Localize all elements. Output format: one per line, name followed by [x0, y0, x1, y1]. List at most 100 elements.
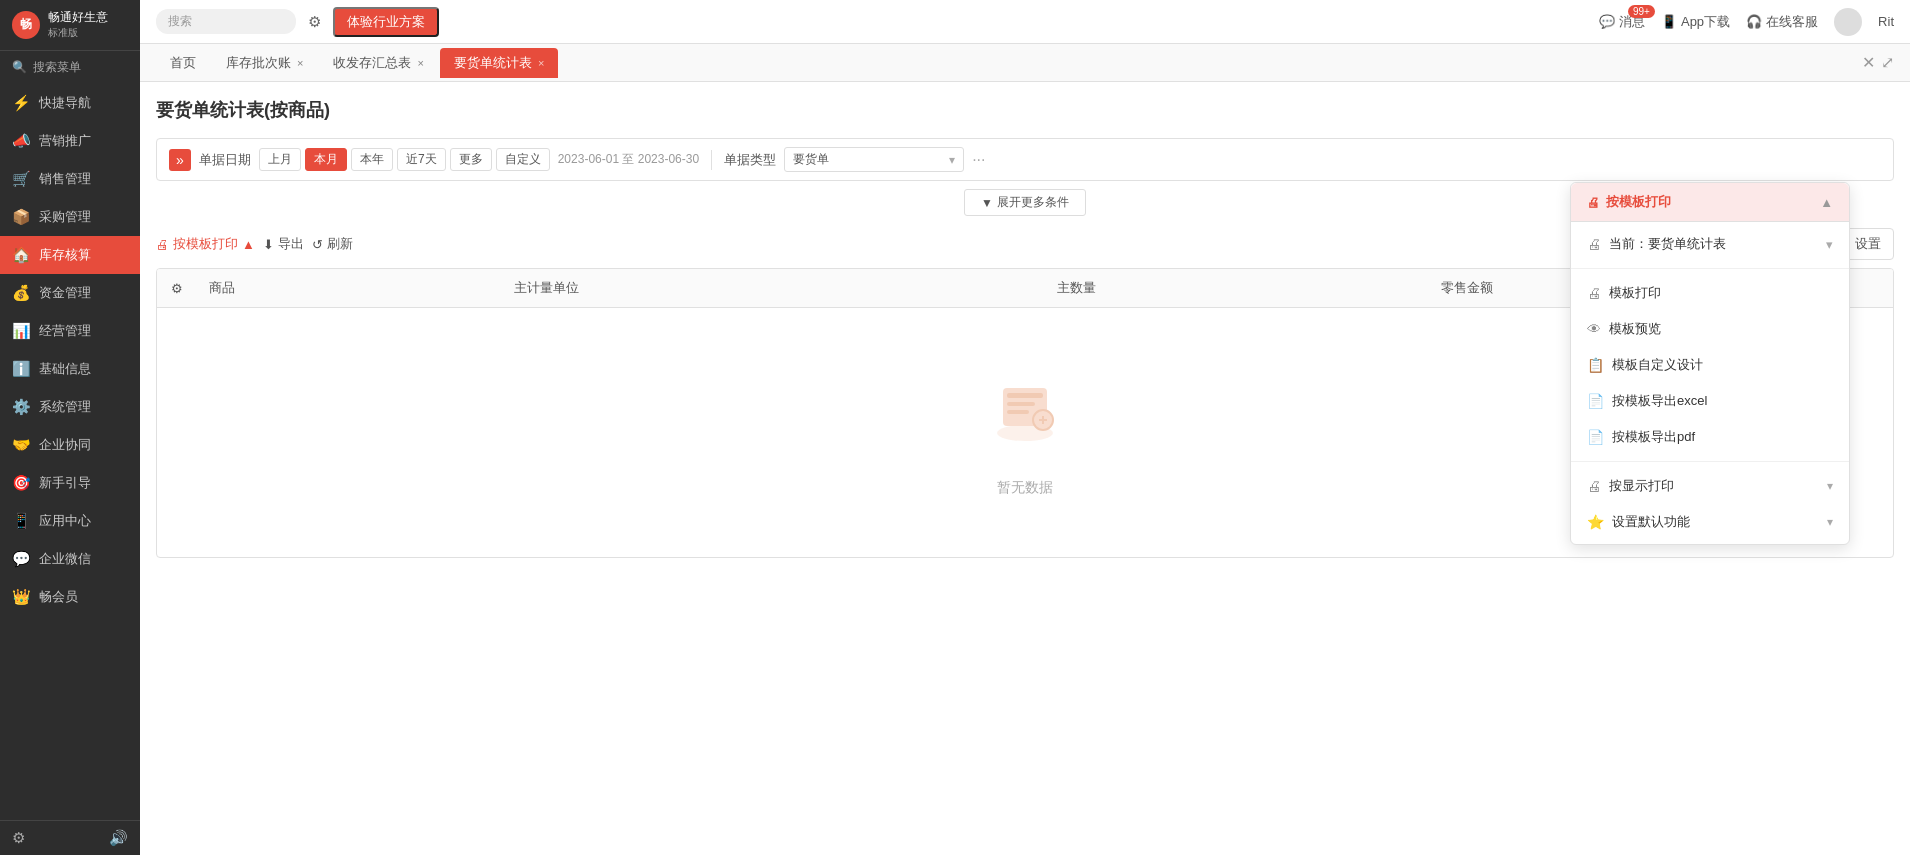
- sidebar-item-purchase[interactable]: 📦 采购管理: [0, 198, 140, 236]
- user-name[interactable]: Rit: [1878, 14, 1894, 29]
- tab-batch-account[interactable]: 库存批次账 ×: [212, 48, 317, 78]
- nav-icon-purchase: 📦: [12, 208, 31, 226]
- dropdown-item-template-design[interactable]: 📋 模板自定义设计: [1571, 347, 1849, 383]
- main-area: 搜索 ⚙ 体验行业方案 💬 消息 99+ 📱 App下载 🎧 在线客服 Rit …: [140, 0, 1910, 855]
- type-select[interactable]: 要货单 ▾: [784, 147, 964, 172]
- topbar: 搜索 ⚙ 体验行业方案 💬 消息 99+ 📱 App下载 🎧 在线客服 Rit: [140, 0, 1910, 44]
- online-service-label: 在线客服: [1766, 13, 1818, 31]
- svg-rect-3: [1007, 402, 1035, 406]
- date-btn-last-month[interactable]: 上月: [259, 148, 301, 171]
- tab-receipt-summary[interactable]: 收发存汇总表 ×: [319, 48, 437, 78]
- print-template-arrow: ▲: [242, 237, 255, 252]
- tab-home[interactable]: 首页: [156, 48, 210, 78]
- nav-icon-finance: 💰: [12, 284, 31, 302]
- dropdown-header: 🖨 按模板打印 ▲: [1571, 183, 1849, 222]
- message-item[interactable]: 💬 消息 99+: [1599, 13, 1645, 31]
- dropdown-item-display-print[interactable]: 🖨 按显示打印 ▾: [1571, 468, 1849, 504]
- dropdown-item-template-print[interactable]: 🖨 模板打印: [1571, 275, 1849, 311]
- settings-icon[interactable]: ⚙: [12, 829, 25, 847]
- dropdown-item-template-pdf[interactable]: 📄 按模板导出pdf: [1571, 419, 1849, 455]
- empty-text: 暂无数据: [997, 479, 1053, 497]
- dropdown-collapse-btn[interactable]: ▲: [1820, 195, 1833, 210]
- date-btn-this-year[interactable]: 本年: [351, 148, 393, 171]
- online-service-icon: 🎧: [1746, 14, 1762, 29]
- refresh-icon: ↺: [312, 237, 323, 252]
- expand-more-icon: ▼: [981, 196, 993, 210]
- sidebar-item-guide[interactable]: 🎯 新手引导: [0, 464, 140, 502]
- sidebar-item-wechat[interactable]: 💬 企业微信: [0, 540, 140, 578]
- item-display-print-icon: 🖨: [1587, 478, 1601, 494]
- tabs-bar: 首页 库存批次账 × 收发存汇总表 × 要货单统计表 × ✕ ⤢: [140, 44, 1910, 82]
- filter-expand-button[interactable]: »: [169, 149, 191, 171]
- tabs-maximize-btn[interactable]: ⤢: [1881, 53, 1894, 72]
- sidebar-label-sales: 销售管理: [39, 170, 91, 188]
- item-template-design-icon: 📋: [1587, 357, 1604, 373]
- sidebar-item-inventory[interactable]: 🏠 库存核算: [0, 236, 140, 274]
- col-qty: 主数量: [1045, 269, 1429, 308]
- app-download-label: App下载: [1681, 13, 1730, 31]
- date-btn-7days[interactable]: 近7天: [397, 148, 446, 171]
- print-dropdown: 🖨 按模板打印 ▲ 🖨 当前：要货单统计表 ▾ 🖨 模板打印: [1570, 182, 1850, 545]
- item-template-excel-label: 按模板导出excel: [1612, 392, 1833, 410]
- filter-ellipsis[interactable]: ···: [972, 151, 985, 169]
- sidebar-search[interactable]: 🔍 搜索菜单: [0, 51, 140, 84]
- refresh-label: 刷新: [327, 235, 353, 253]
- expand-more-button[interactable]: ▼ 展开更多条件: [964, 189, 1086, 216]
- dropdown-item-template-preview[interactable]: 👁 模板预览: [1571, 311, 1849, 347]
- topbar-search[interactable]: 搜索: [156, 9, 296, 34]
- date-btn-custom[interactable]: 自定义: [496, 148, 550, 171]
- tab-order-stats[interactable]: 要货单统计表 ×: [440, 48, 558, 78]
- sidebar-item-enterprise[interactable]: 🤝 企业协同: [0, 426, 140, 464]
- topbar-gear-icon[interactable]: ⚙: [308, 13, 321, 31]
- logo-subtitle: 标准版: [48, 26, 108, 40]
- print-template-label: 按模板打印: [173, 235, 238, 253]
- sidebar-item-finance[interactable]: 💰 资金管理: [0, 274, 140, 312]
- dropdown-item-template-excel[interactable]: 📄 按模板导出excel: [1571, 383, 1849, 419]
- dropdown-item-set-default[interactable]: ⭐ 设置默认功能 ▾: [1571, 504, 1849, 540]
- current-template-item[interactable]: 🖨 当前：要货单统计表 ▾: [1571, 226, 1849, 262]
- item-display-print-label: 按显示打印: [1609, 477, 1819, 495]
- sidebar-label-wechat: 企业微信: [39, 550, 91, 568]
- sidebar-label-operations: 经营管理: [39, 322, 91, 340]
- audio-icon[interactable]: 🔊: [109, 829, 128, 847]
- sidebar-item-vip[interactable]: 👑 畅会员: [0, 578, 140, 616]
- date-btn-more[interactable]: 更多: [450, 148, 492, 171]
- nav-icon-inventory: 🏠: [12, 246, 31, 264]
- page-title: 要货单统计表(按商品): [156, 98, 1894, 122]
- type-select-value: 要货单: [793, 151, 829, 168]
- sidebar-item-app-center[interactable]: 📱 应用中心: [0, 502, 140, 540]
- sidebar-logo: 畅 畅通好生意 标准版: [0, 0, 140, 51]
- col-settings[interactable]: ⚙: [157, 269, 197, 308]
- filter-divider: [711, 150, 712, 170]
- tab-order-stats-close[interactable]: ×: [538, 57, 544, 69]
- col-unit: 主计量单位: [502, 269, 1045, 308]
- item-template-pdf-icon: 📄: [1587, 429, 1604, 445]
- nav-icon-quick-nav: ⚡: [12, 94, 31, 112]
- trial-button[interactable]: 体验行业方案: [333, 7, 439, 37]
- sidebar-nav: ⚡ 快捷导航 📣 营销推广 🛒 销售管理 📦 采购管理 🏠 库存核算 💰 资金管…: [0, 84, 140, 820]
- nav-icon-vip: 👑: [12, 588, 31, 606]
- user-avatar: [1834, 8, 1862, 36]
- item-template-pdf-label: 按模板导出pdf: [1612, 428, 1833, 446]
- sidebar-label-basic: 基础信息: [39, 360, 91, 378]
- sidebar-label-system: 系统管理: [39, 398, 91, 416]
- sidebar-item-system[interactable]: ⚙️ 系统管理: [0, 388, 140, 426]
- export-button[interactable]: ⬇ 导出: [263, 235, 304, 253]
- tab-batch-account-close[interactable]: ×: [297, 57, 303, 69]
- app-download-item[interactable]: 📱 App下载: [1661, 13, 1730, 31]
- print-template-button[interactable]: 🖨 按模板打印 ▲: [156, 235, 255, 253]
- topbar-search-text: 搜索: [168, 14, 192, 28]
- date-btn-this-month[interactable]: 本月: [305, 148, 347, 171]
- sidebar-label-finance: 资金管理: [39, 284, 91, 302]
- empty-icon: [985, 368, 1065, 463]
- item-set-default-arrow: ▾: [1827, 515, 1833, 529]
- refresh-button[interactable]: ↺ 刷新: [312, 235, 353, 253]
- online-service-item[interactable]: 🎧 在线客服: [1746, 13, 1818, 31]
- sidebar-item-sales[interactable]: 🛒 销售管理: [0, 160, 140, 198]
- sidebar-item-marketing[interactable]: 📣 营销推广: [0, 122, 140, 160]
- sidebar-item-operations[interactable]: 📊 经营管理: [0, 312, 140, 350]
- tabs-close-btn[interactable]: ✕: [1862, 53, 1875, 72]
- tab-receipt-summary-close[interactable]: ×: [417, 57, 423, 69]
- sidebar-item-basic[interactable]: ℹ️ 基础信息: [0, 350, 140, 388]
- sidebar-item-quick-nav[interactable]: ⚡ 快捷导航: [0, 84, 140, 122]
